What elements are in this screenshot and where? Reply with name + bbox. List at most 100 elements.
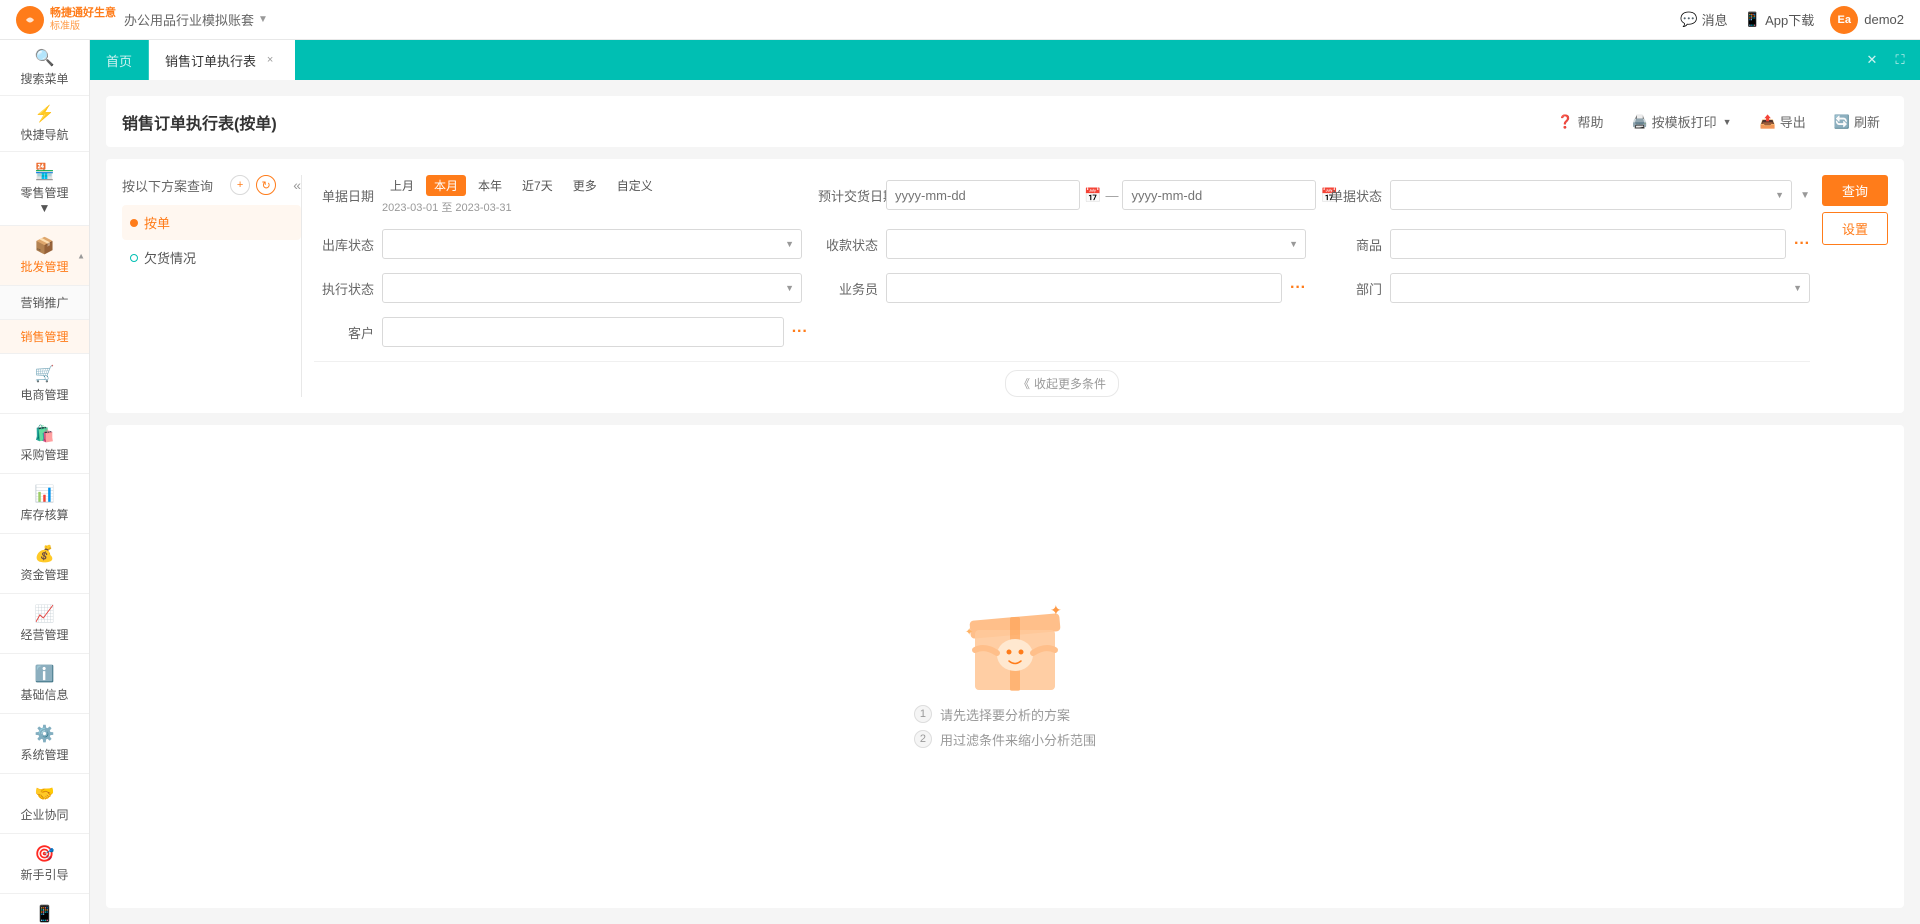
- forecast-date-end-input[interactable]: [1122, 180, 1316, 210]
- sidebar-item-ecommerce[interactable]: 🛒 电商管理: [0, 354, 89, 414]
- avatar: Ea: [1830, 6, 1858, 34]
- retail-icon: 🏪: [4, 162, 85, 182]
- help-label: 帮助: [1577, 112, 1603, 131]
- nav-item-by-order-label: 按单: [144, 213, 170, 232]
- add-scheme-button[interactable]: +: [230, 175, 250, 195]
- outbound-select[interactable]: [382, 229, 802, 259]
- dept-select-wrap: [1390, 273, 1810, 303]
- date-tabs: 上月 本月 本年 近7天 更多 自定义: [382, 175, 802, 196]
- salesperson-more-btn[interactable]: ···: [1290, 279, 1306, 297]
- filter-date-range: 📅 — 📅: [886, 180, 1338, 210]
- filter-left-title: 按以下方案查询 + ↻ «: [122, 175, 301, 195]
- help-button[interactable]: ❓ 帮助: [1549, 108, 1611, 135]
- collapse-row: 《 收起更多条件: [314, 361, 1810, 397]
- sidebar-item-inventory[interactable]: 📊 库存核算: [0, 474, 89, 534]
- sidebar-item-system[interactable]: ⚙️ 系统管理: [0, 714, 89, 774]
- date-tab-this-month[interactable]: 本月: [426, 175, 466, 196]
- query-button[interactable]: 查询: [1822, 175, 1888, 206]
- filter-left-title-text: 按以下方案查询: [122, 176, 213, 195]
- tab-fullscreen-button[interactable]: ⛶: [1888, 48, 1912, 72]
- filter-field-salesperson: 业务员 ···: [818, 273, 1306, 303]
- date-tab-this-year[interactable]: 本年: [470, 175, 510, 196]
- goods-more-btn[interactable]: ···: [1794, 235, 1810, 253]
- print-icon: 🖨️: [1631, 114, 1647, 130]
- system-icon: ⚙️: [4, 724, 85, 744]
- search-icon: 🔍: [8, 48, 81, 68]
- sidebar-item-retail[interactable]: 🏪 零售管理: [0, 152, 89, 226]
- message-button[interactable]: 💬 消息: [1680, 10, 1727, 29]
- sidebar-item-finance[interactable]: 💰 资金管理: [0, 534, 89, 594]
- sidebar-newuser-label: 新手引导: [4, 866, 85, 883]
- filter-row-2: 出库状态 收款状态: [314, 229, 1810, 259]
- sidebar-item-search[interactable]: 🔍 搜索菜单: [0, 40, 89, 96]
- sidebar-item-marketing[interactable]: 营销推广: [0, 286, 89, 320]
- breadcrumb-arrow-icon: ▼: [258, 14, 268, 25]
- filter-field-forecast-date: 预计交货日期 📅 — 📅: [818, 180, 1306, 210]
- salesperson-input[interactable]: [886, 273, 1282, 303]
- doc-status-select[interactable]: [1390, 180, 1792, 210]
- app-download-button[interactable]: 📱 App下载: [1744, 10, 1815, 29]
- tab-home[interactable]: 首页: [90, 40, 149, 80]
- customer-input[interactable]: [382, 317, 784, 347]
- user-menu-button[interactable]: Ea demo2: [1830, 6, 1904, 34]
- sidebar-item-appcenter[interactable]: 📱 应用中心: [0, 894, 89, 924]
- sidebar-item-enterprise[interactable]: 🤝 企业协同: [0, 774, 89, 834]
- goods-input[interactable]: [1390, 229, 1786, 259]
- sidebar-item-newuser[interactable]: 🎯 新手引导: [0, 834, 89, 894]
- nav-item-shortage[interactable]: 欠货情况: [122, 240, 301, 275]
- collapse-label: 收起更多条件: [1034, 375, 1106, 392]
- nav-item-by-order[interactable]: 按单: [122, 205, 301, 240]
- dept-select[interactable]: [1390, 273, 1810, 303]
- settings-button[interactable]: 设置: [1822, 212, 1888, 245]
- sidebar-search-label: 搜索菜单: [8, 70, 81, 87]
- sidebar-item-operations[interactable]: 📈 经营管理: [0, 594, 89, 654]
- refresh-scheme-button[interactable]: ↻: [256, 175, 276, 195]
- salesperson-label: 业务员: [818, 279, 878, 298]
- customer-more-btn[interactable]: ···: [792, 323, 808, 341]
- app-download-label: App下载: [1765, 10, 1814, 29]
- sidebar-item-wholesale[interactable]: 📦 批发管理: [0, 226, 89, 286]
- calendar-start-icon[interactable]: 📅: [1084, 187, 1101, 204]
- sidebar-item-quick-nav[interactable]: ⚡ 快捷导航: [0, 96, 89, 152]
- sidebar-item-sales[interactable]: 销售管理: [0, 320, 89, 354]
- date-label: 单据日期: [314, 186, 374, 205]
- collapse-left-button[interactable]: «: [293, 177, 301, 193]
- breadcrumb[interactable]: 办公用品行业模拟账套 ▼: [124, 10, 268, 29]
- date-tab-custom[interactable]: 自定义: [609, 175, 661, 196]
- forecast-date-start-input[interactable]: [886, 180, 1080, 210]
- receipt-select[interactable]: [886, 229, 1306, 259]
- outbound-select-wrap: [382, 229, 802, 259]
- filter-field-dept: 部门: [1322, 273, 1810, 303]
- sidebar-item-basic-info[interactable]: ℹ️ 基础信息: [0, 654, 89, 714]
- refresh-button[interactable]: 🔄 刷新: [1826, 108, 1888, 135]
- date-tab-last-month[interactable]: 上月: [382, 175, 422, 196]
- page-title: 销售订单执行表(按单): [122, 110, 277, 134]
- collapse-more-button[interactable]: 《 收起更多条件: [1005, 370, 1119, 397]
- date-tab-more[interactable]: 更多: [565, 175, 605, 196]
- print-button[interactable]: 🖨️ 按模板打印: [1623, 108, 1739, 135]
- filter-panel: 按以下方案查询 + ↻ « 按单 欠货情况: [106, 159, 1904, 413]
- top-header: 畅捷通好生意 标准版 办公用品行业模拟账套 ▼ 💬 消息 📱 App下载 Ea …: [0, 0, 1920, 40]
- purchase-icon: 🛍️: [4, 424, 85, 444]
- filter-field-goods: 商品 ···: [1322, 229, 1810, 259]
- date-tab-7days[interactable]: 近7天: [514, 175, 561, 196]
- exec-select[interactable]: [382, 273, 802, 303]
- logo-icon: [16, 6, 44, 34]
- tab-close-icon[interactable]: ×: [262, 52, 278, 68]
- message-label: 消息: [1702, 10, 1728, 29]
- logo-text-line1: 畅捷通好生意: [50, 6, 116, 20]
- sidebar-retail-label: 零售管理: [4, 184, 85, 201]
- forecast-date-label: 预计交货日期: [818, 186, 878, 205]
- goods-label: 商品: [1322, 235, 1382, 254]
- sidebar-item-purchase[interactable]: 🛍️ 采购管理: [0, 414, 89, 474]
- exec-label: 执行状态: [314, 279, 374, 298]
- customer-label: 客户: [314, 323, 374, 342]
- status-dropdown-icon: ▼: [1800, 190, 1810, 201]
- filter-field-customer: 客户 ···: [314, 317, 808, 347]
- empty-texts: 1 请先选择要分析的方案 2 用过滤条件来缩小分析范围: [914, 705, 1096, 749]
- filter-row-4: 客户 ···: [314, 317, 1810, 347]
- username-label: demo2: [1864, 12, 1904, 27]
- tab-active[interactable]: 销售订单执行表 ×: [149, 40, 295, 80]
- tab-close-button[interactable]: ✕: [1860, 48, 1884, 72]
- export-button[interactable]: 📤 导出: [1752, 108, 1814, 135]
